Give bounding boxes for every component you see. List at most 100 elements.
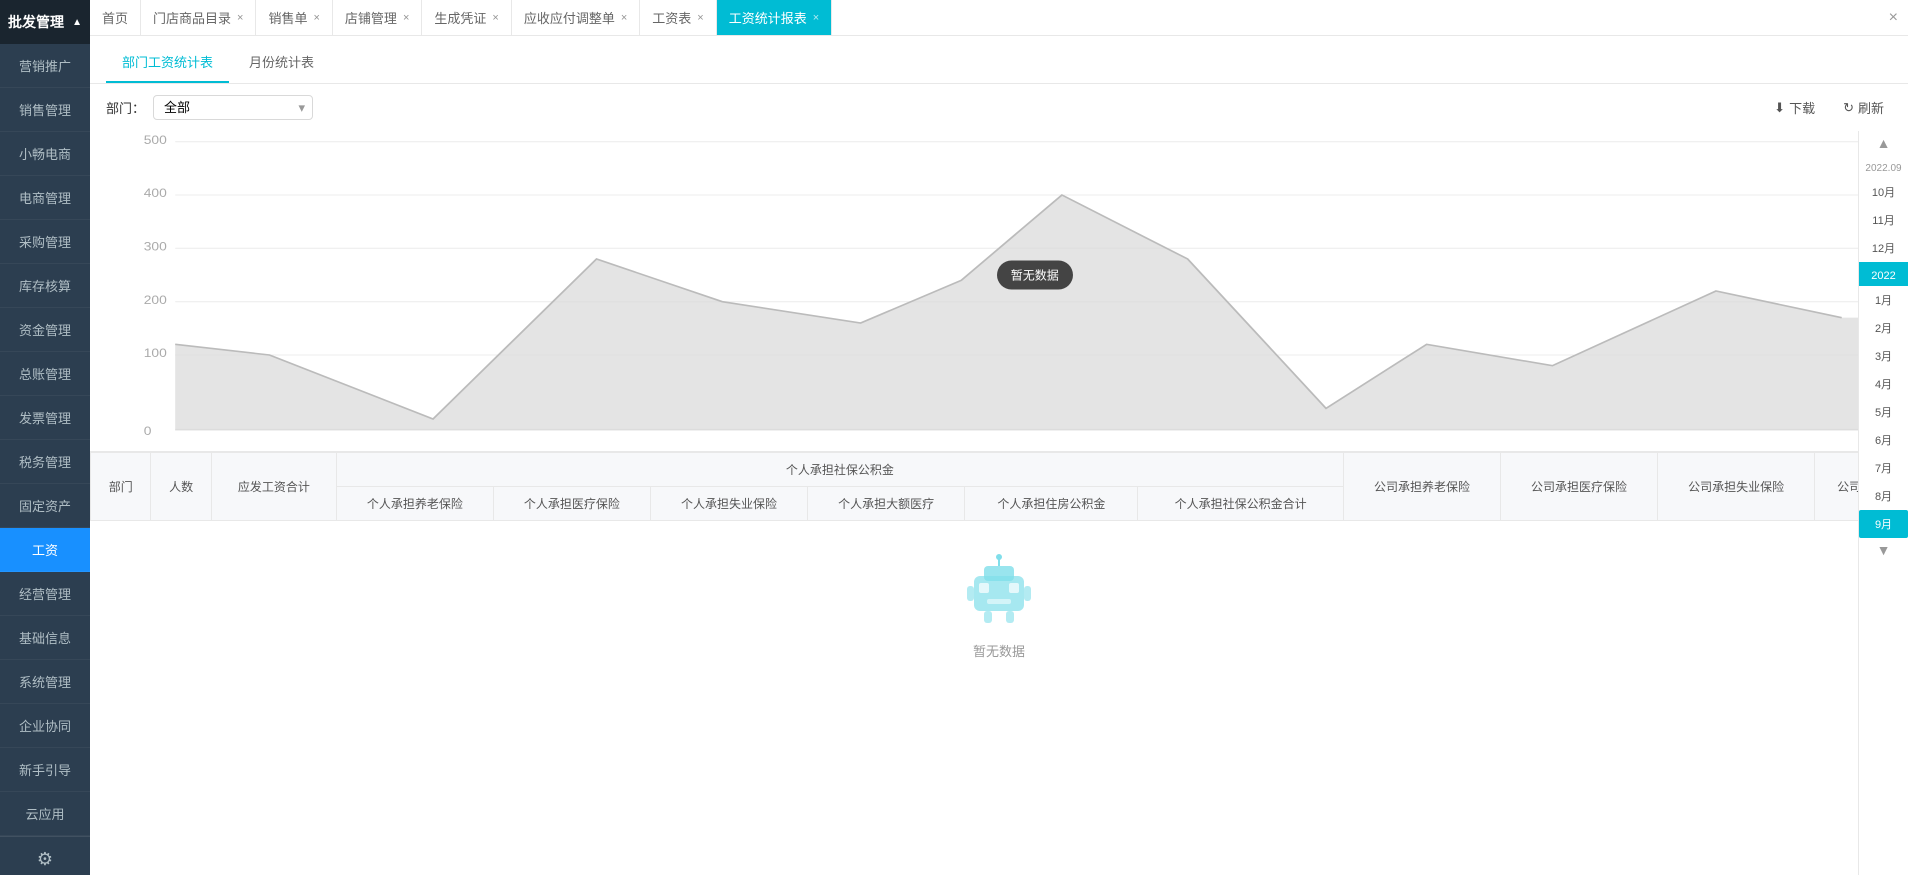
tab-close-sales[interactable]: × — [313, 12, 319, 24]
date-month-1[interactable]: 1月 — [1859, 286, 1908, 314]
date-nav-up[interactable]: ▲ — [1859, 131, 1908, 155]
sidebar-item-jcxx[interactable]: 基础信息 — [0, 616, 90, 660]
date-month-6[interactable]: 6月 — [1859, 426, 1908, 454]
sidebar-item-kchs[interactable]: 库存核算 — [0, 264, 90, 308]
tab-catalog[interactable]: 门店商品目录× — [141, 0, 256, 36]
content-inner: 500 400 300 200 100 0 — [90, 131, 1908, 875]
tabs-bar: 首页门店商品目录×销售单×店铺管理×生成凭证×应收应付调整单×工资表×工资统计报… — [90, 0, 1908, 36]
sidebar-item-zzgl[interactable]: 总账管理 — [0, 352, 90, 396]
sidebar-title: 批发管理 — [8, 12, 64, 32]
sidebar-item-cggl[interactable]: 采购管理 — [0, 220, 90, 264]
tab-store[interactable]: 店铺管理 × — [333, 0, 422, 36]
date-month-9[interactable]: 9月 — [1859, 510, 1908, 538]
dept-select-wrapper: 全部 — [153, 95, 313, 120]
tab-sales[interactable]: 销售单 × — [256, 0, 332, 36]
svg-text:100: 100 — [144, 346, 167, 360]
table-wrapper[interactable]: 部门 人数 应发工资合计 个人承担社保公积金 公司承担养老保险 公司承担医疗保险… — [90, 451, 1908, 875]
date-year-2022-label[interactable]: 2022 — [1859, 262, 1908, 286]
sidebar-item-gz[interactable]: 工资 — [0, 528, 90, 572]
main-wrapper: 500 400 300 200 100 0 — [90, 131, 1908, 875]
chart-svg: 500 400 300 200 100 0 — [106, 131, 1892, 451]
col-total-wage: 应发工资合计 — [211, 453, 336, 521]
svg-text:400: 400 — [144, 186, 167, 200]
sidebar-header[interactable]: 批发管理 ▲ — [0, 0, 90, 44]
chart-wrapper: 500 400 300 200 100 0 — [106, 131, 1892, 451]
refresh-button[interactable]: ↻ 刷新 — [1835, 94, 1892, 121]
sidebar-item-xsgl[interactable]: 销售管理 — [0, 88, 90, 132]
col-personal-large-medical: 个人承担大额医疗 — [808, 487, 965, 521]
tab-close-payroll-report[interactable]: × — [813, 12, 819, 24]
tab-label-sales: 销售单 — [268, 8, 307, 27]
sidebar-item-yyyp[interactable]: 云应用 — [0, 792, 90, 836]
refresh-icon: ↻ — [1843, 100, 1854, 116]
tab-payroll-report[interactable]: 工资统计报表 × — [717, 0, 832, 36]
sidebar-item-fpgl[interactable]: 发票管理 — [0, 396, 90, 440]
sidebar-item-dsgl[interactable]: 电商管理 — [0, 176, 90, 220]
date-month-2[interactable]: 2月 — [1859, 314, 1908, 342]
main-area: 首页门店商品目录×销售单×店铺管理×生成凭证×应收应付调整单×工资表×工资统计报… — [90, 0, 1908, 875]
tab-close-store[interactable]: × — [403, 12, 409, 24]
tab-home[interactable]: 首页 — [90, 0, 141, 36]
sidebar-item-jygl[interactable]: 经营管理 — [0, 572, 90, 616]
refresh-label: 刷新 — [1858, 98, 1884, 117]
tab-close-catalog[interactable]: × — [237, 12, 243, 24]
date-year-2022[interactable]: 2022.09 — [1859, 155, 1908, 178]
tab-payroll[interactable]: 工资表× — [640, 0, 716, 36]
date-month-11[interactable]: 11月 — [1859, 206, 1908, 234]
date-nav-down[interactable]: ▼ — [1859, 538, 1908, 562]
tab-voucher[interactable]: 生成凭证 × — [422, 0, 511, 36]
date-month-10[interactable]: 10月 — [1859, 178, 1908, 206]
toolbar: 部门： 全部 ⬇ 下载 ↻ 刷新 — [90, 84, 1908, 131]
sidebar-item-gdzc[interactable]: 固定资产 — [0, 484, 90, 528]
sidebar: 批发管理 ▲ 营销推广销售管理小畅电商电商管理采购管理库存核算资金管理总账管理发… — [0, 0, 90, 875]
download-icon: ⬇ — [1774, 100, 1785, 116]
date-month-12[interactable]: 12月 — [1859, 234, 1908, 262]
tab-label-home: 首页 — [102, 8, 128, 27]
tab-label-receivable: 应收应付调整单 — [524, 8, 615, 27]
sidebar-item-xtgl[interactable]: 系统管理 — [0, 660, 90, 704]
col-personal-medical: 个人承担医疗保险 — [493, 487, 650, 521]
close-all-tabs-button[interactable]: × — [1879, 9, 1908, 27]
col-personal-unemployment: 个人承担失业保险 — [650, 487, 807, 521]
content-area: 部门工资统计表月份统计表 部门： 全部 ⬇ 下载 ↻ 刷新 — [90, 36, 1908, 875]
date-month-7[interactable]: 7月 — [1859, 454, 1908, 482]
sidebar-footer-settings[interactable]: ⚙ — [0, 836, 90, 875]
toolbar-left: 部门： 全部 — [106, 95, 313, 120]
sidebar-item-xpds[interactable]: 小畅电商 — [0, 132, 90, 176]
toolbar-right: ⬇ 下载 ↻ 刷新 — [1766, 94, 1892, 121]
data-table: 部门 人数 应发工资合计 个人承担社保公积金 公司承担养老保险 公司承担医疗保险… — [90, 452, 1908, 521]
sidebar-item-yxtp[interactable]: 营销推广 — [0, 44, 90, 88]
date-month-5[interactable]: 5月 — [1859, 398, 1908, 426]
tab-label-voucher: 生成凭证 — [434, 8, 486, 27]
sidebar-item-zjgl[interactable]: 资金管理 — [0, 308, 90, 352]
tab-close-receivable[interactable]: × — [621, 12, 627, 24]
sub-tab-monthly-stats[interactable]: 月份统计表 — [233, 46, 330, 83]
col-company-medical: 公司承担医疗保险 — [1501, 453, 1658, 521]
sub-tab-dept-stats[interactable]: 部门工资统计表 — [106, 46, 229, 83]
date-month-3[interactable]: 3月 — [1859, 342, 1908, 370]
download-button[interactable]: ⬇ 下载 — [1766, 94, 1823, 121]
sidebar-item-xsyd[interactable]: 新手引导 — [0, 748, 90, 792]
col-company-unemployment: 公司承担失业保险 — [1658, 453, 1815, 521]
sidebar-item-qyxt[interactable]: 企业协同 — [0, 704, 90, 748]
gear-icon: ⚙ — [37, 849, 53, 869]
date-month-4[interactable]: 4月 — [1859, 370, 1908, 398]
download-label: 下载 — [1789, 98, 1815, 117]
tab-label-store: 店铺管理 — [345, 8, 397, 27]
sidebar-item-swgl[interactable]: 税务管理 — [0, 440, 90, 484]
empty-robot-icon — [959, 551, 1039, 631]
chart-container: 500 400 300 200 100 0 — [90, 131, 1908, 451]
tab-label-payroll-report: 工资统计报表 — [729, 8, 807, 27]
col-dept: 部门 — [91, 453, 151, 521]
date-month-8[interactable]: 8月 — [1859, 482, 1908, 510]
col-personal-total: 个人承担社保公积金合计 — [1138, 487, 1343, 521]
tab-receivable[interactable]: 应收应付调整单 × — [512, 0, 640, 36]
dept-select[interactable]: 全部 — [153, 95, 313, 120]
col-personal-housing: 个人承担住房公积金 — [965, 487, 1138, 521]
col-headcount: 人数 — [151, 453, 211, 521]
tab-close-payroll[interactable]: × — [697, 12, 703, 24]
date-panel: ▲ 2022.09 10月 11月 12月 2022 1月 2月 3月 4月 5… — [1858, 131, 1908, 875]
tab-close-voucher[interactable]: × — [492, 12, 498, 24]
dept-label: 部门： — [106, 98, 145, 117]
col-group-personal: 个人承担社保公积金 — [336, 453, 1343, 487]
